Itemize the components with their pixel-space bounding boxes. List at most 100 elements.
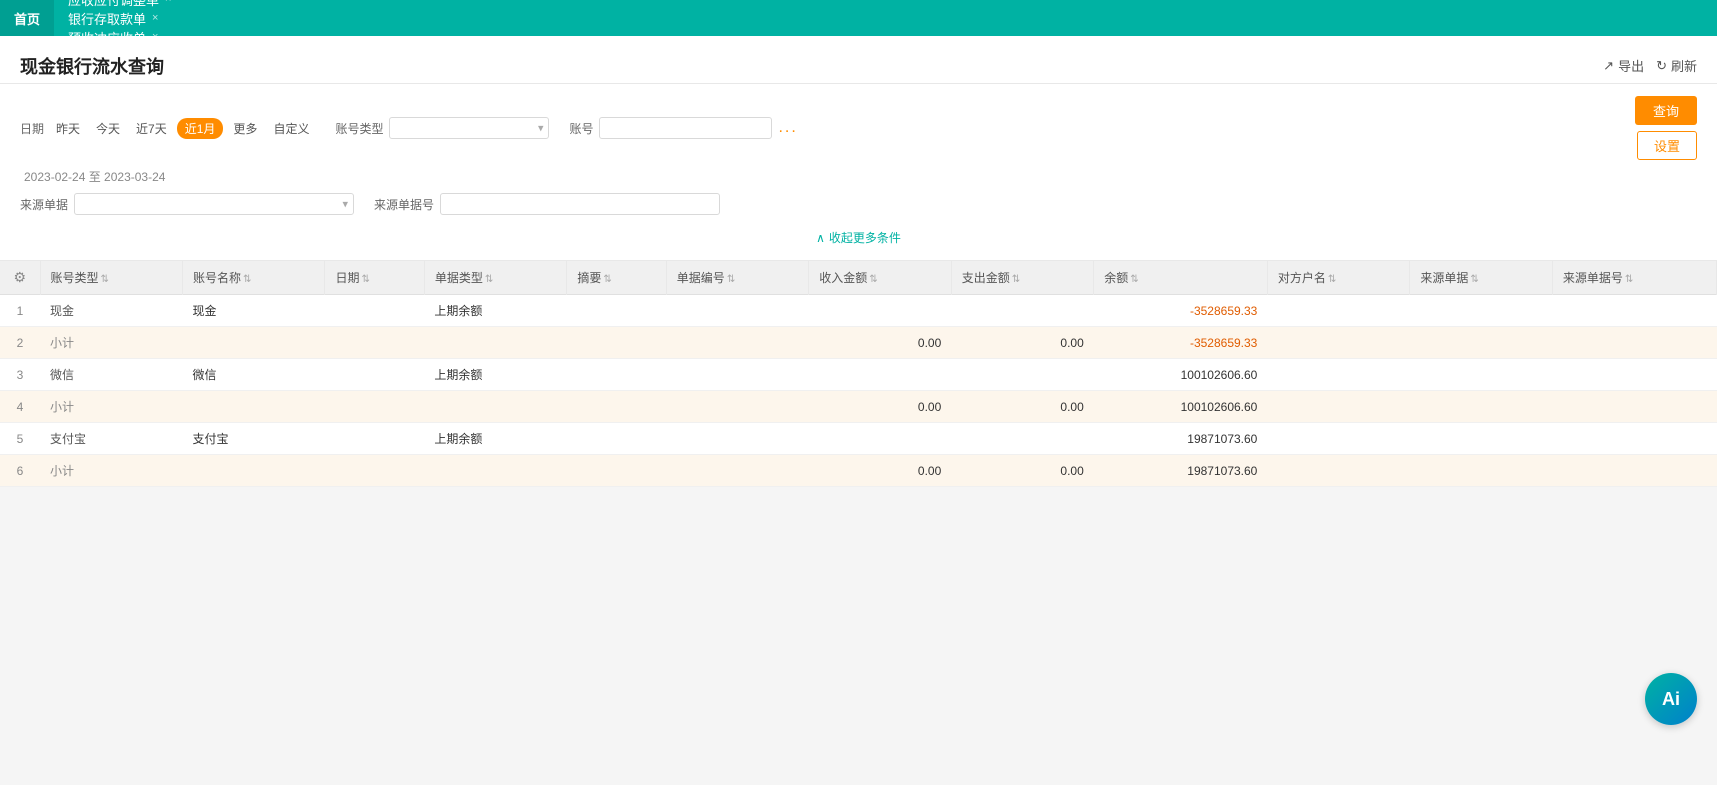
settings-button[interactable]: 设置	[1637, 131, 1697, 160]
date-option-自定义[interactable]: 自定义	[267, 118, 315, 139]
query-button[interactable]: 查询	[1635, 96, 1697, 125]
cell-account_type: 微信	[40, 359, 182, 391]
sort-icon: ⇅	[1625, 274, 1633, 285]
nav-home[interactable]: 首页	[0, 0, 54, 36]
cell-account_name: 现金	[182, 295, 324, 327]
table-row: 5支付宝支付宝上期余额19871073.60	[0, 423, 1717, 455]
table-row: 1现金现金上期余额-3528659.33	[0, 295, 1717, 327]
cell-source_doc_no	[1552, 359, 1716, 391]
col-label-source_doc_no: 来源单据号	[1563, 271, 1623, 285]
cell-gear: 1	[0, 295, 40, 327]
cell-doc_no	[666, 327, 808, 359]
action-btns: 查询 设置	[1635, 96, 1697, 160]
ai-badge[interactable]: Ai	[1645, 673, 1697, 725]
cell-income	[809, 359, 951, 391]
cell-counterparty	[1267, 455, 1409, 487]
gear-icon[interactable]: ⚙	[13, 269, 26, 285]
col-label-balance: 余额	[1104, 271, 1128, 285]
col-label-doc_type: 单据类型	[435, 271, 483, 285]
sort-icon: ⇅	[1130, 274, 1138, 285]
cell-source_doc_no	[1552, 295, 1716, 327]
nav-tab-ar-ap-adjust[interactable]: 应收应付调整单×	[54, 0, 198, 9]
page-header: 现金银行流水查询 ↗ 导出 ↻ 刷新	[0, 36, 1717, 84]
collapse-label: 收起更多条件	[829, 229, 901, 246]
sort-icon: ⇅	[1470, 274, 1478, 285]
cell-account_name	[182, 391, 324, 423]
cell-expense	[951, 295, 1093, 327]
account-label: 账号	[569, 120, 593, 137]
cell-date	[325, 359, 424, 391]
cell-account_type: 现金	[40, 295, 182, 327]
col-header-doc_no[interactable]: 单据编号⇅	[666, 261, 808, 295]
col-header-income[interactable]: 收入金额⇅	[809, 261, 951, 295]
collapse-bar[interactable]: ∧ 收起更多条件	[20, 223, 1697, 248]
cell-doc_type	[424, 455, 566, 487]
cell-doc_type: 上期余额	[424, 423, 566, 455]
cell-account_name	[182, 455, 324, 487]
cell-source_doc	[1410, 359, 1552, 391]
cell-counterparty	[1267, 391, 1409, 423]
date-option-近1月[interactable]: 近1月	[177, 118, 224, 139]
cell-doc_type	[424, 391, 566, 423]
cell-source_doc_no	[1552, 327, 1716, 359]
cell-doc_no	[666, 391, 808, 423]
col-header-source_doc_no[interactable]: 来源单据号⇅	[1552, 261, 1716, 295]
date-range-display: 2023-02-24 至 2023-03-24	[24, 168, 165, 185]
col-label-summary: 摘要	[577, 271, 601, 285]
col-header-expense[interactable]: 支出金额⇅	[951, 261, 1093, 295]
table-header: ⚙账号类型⇅账号名称⇅日期⇅单据类型⇅摘要⇅单据编号⇅收入金额⇅支出金额⇅余额⇅…	[0, 261, 1717, 295]
cell-source_doc	[1410, 423, 1552, 455]
cell-expense: 0.00	[951, 327, 1093, 359]
export-button[interactable]: ↗ 导出	[1603, 56, 1644, 75]
date-option-更多[interactable]: 更多	[227, 118, 263, 139]
source-doc-no-input[interactable]	[440, 193, 720, 215]
col-header-balance[interactable]: 余额⇅	[1094, 261, 1268, 295]
cell-balance: 100102606.60	[1094, 391, 1268, 423]
nav-tab-label: 银行存取款单	[68, 9, 146, 28]
date-option-今天[interactable]: 今天	[90, 118, 126, 139]
col-header-gear[interactable]: ⚙	[0, 261, 40, 295]
cell-account_name: 微信	[182, 359, 324, 391]
tab-close-icon[interactable]: ×	[152, 31, 158, 36]
account-input[interactable]	[599, 117, 772, 139]
source-doc-select[interactable]	[74, 193, 354, 215]
col-header-account_name[interactable]: 账号名称⇅	[182, 261, 324, 295]
account-type-filter: 账号类型	[335, 117, 549, 139]
cell-doc_type	[424, 327, 566, 359]
account-type-select[interactable]	[389, 117, 549, 139]
col-label-source_doc: 来源单据	[1420, 271, 1468, 285]
nav-tab-bank-deposit[interactable]: 银行存取款单 ×	[54, 9, 198, 28]
sort-icon: ⇅	[101, 274, 109, 285]
nav-tab-prepay-offset[interactable]: 预收冲应收单×	[54, 28, 198, 37]
tab-close-icon[interactable]: ×	[165, 0, 171, 5]
col-header-source_doc[interactable]: 来源单据⇅	[1410, 261, 1552, 295]
col-header-doc_type[interactable]: 单据类型⇅	[424, 261, 566, 295]
cell-account_type: 小计	[40, 455, 182, 487]
cell-balance: -3528659.33	[1094, 295, 1268, 327]
refresh-button[interactable]: ↻ 刷新	[1656, 56, 1697, 75]
cell-source_doc	[1410, 327, 1552, 359]
col-header-summary[interactable]: 摘要⇅	[567, 261, 666, 295]
cell-doc_no	[666, 455, 808, 487]
cell-doc_type: 上期余额	[424, 295, 566, 327]
cell-summary	[567, 359, 666, 391]
col-header-account_type[interactable]: 账号类型⇅	[40, 261, 182, 295]
page-title: 现金银行流水查询	[20, 53, 164, 79]
table-row: 6小计0.000.0019871073.60	[0, 455, 1717, 487]
cell-income: 0.00	[809, 455, 951, 487]
sort-icon: ⇅	[1328, 274, 1336, 285]
date-option-近7天[interactable]: 近7天	[130, 118, 173, 139]
table-body: 1现金现金上期余额-3528659.332小计0.000.00-3528659.…	[0, 295, 1717, 487]
cell-gear: 6	[0, 455, 40, 487]
sort-icon: ⇅	[603, 274, 611, 285]
tab-close-icon[interactable]: ×	[152, 12, 158, 24]
col-header-date[interactable]: 日期⇅	[325, 261, 424, 295]
cell-counterparty	[1267, 327, 1409, 359]
col-label-account_type: 账号类型	[51, 271, 99, 285]
col-header-counterparty[interactable]: 对方户名⇅	[1267, 261, 1409, 295]
cell-gear: 4	[0, 391, 40, 423]
cell-source_doc	[1410, 455, 1552, 487]
sort-icon: ⇅	[869, 274, 877, 285]
date-option-昨天[interactable]: 昨天	[50, 118, 86, 139]
account-dots-btn[interactable]: ...	[778, 119, 797, 137]
